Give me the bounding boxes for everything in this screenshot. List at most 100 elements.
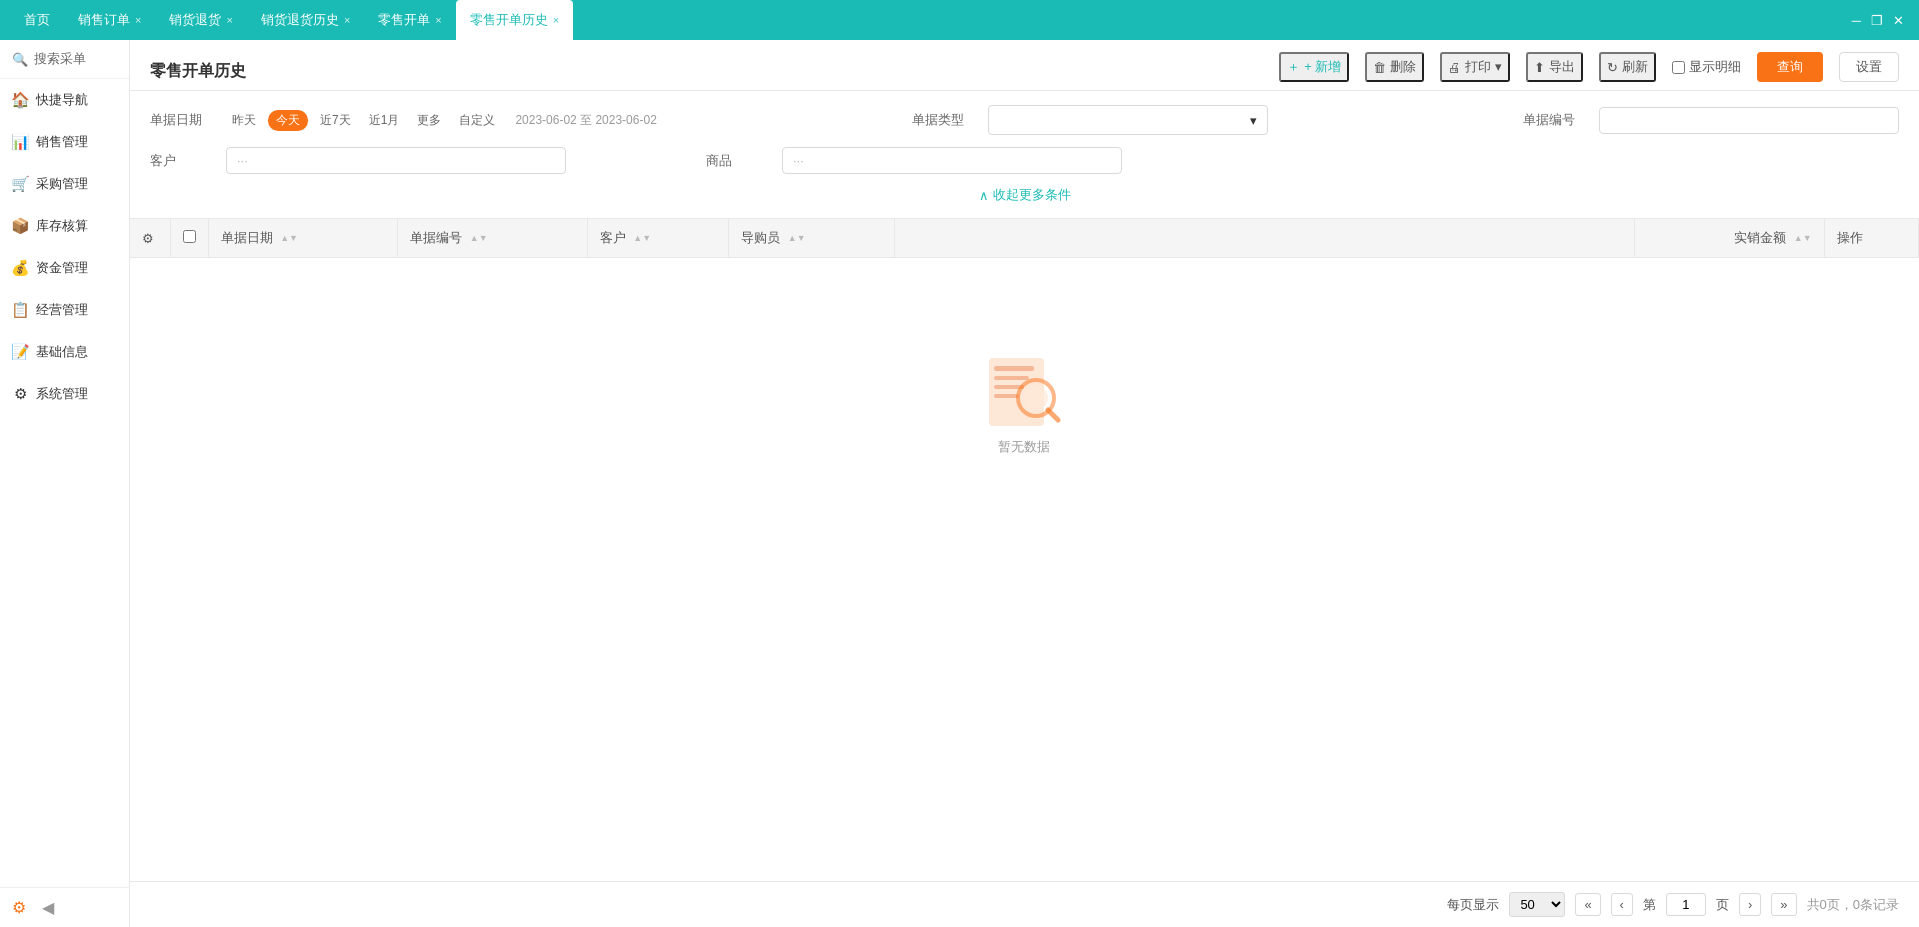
display-checkbox[interactable] <box>1672 61 1685 74</box>
th-settings[interactable]: ⚙ <box>130 219 170 258</box>
tab-retail-open-history[interactable]: 零售开单历史 × <box>456 0 573 40</box>
sidebar-item-quick-nav[interactable]: 🏠 快捷导航 <box>0 79 129 121</box>
page-header: 零售开单历史 ＋ + 新增 🗑 删除 🖨 打印 ▾ ⬆ 导出 <box>130 40 1919 91</box>
sidebar-settings-icon[interactable]: ⚙ <box>12 898 26 917</box>
tab-sales-order[interactable]: 销售订单 × <box>64 0 155 40</box>
tab-retail-open-label: 零售开单 <box>378 11 430 29</box>
print-icon: 🖨 <box>1448 60 1461 75</box>
display-toggle[interactable]: 显示明细 <box>1672 58 1741 76</box>
select-all-checkbox[interactable] <box>183 230 196 243</box>
export-button[interactable]: ⬆ 导出 <box>1526 52 1583 82</box>
th-number[interactable]: 单据编号 ▲▼ <box>398 219 588 258</box>
sidebar-item-sales-mgmt[interactable]: 📊 销售管理 <box>0 121 129 163</box>
th-customer[interactable]: 客户 ▲▼ <box>587 219 728 258</box>
tab-retail-open-history-label: 零售开单历史 <box>470 11 548 29</box>
close-window-button[interactable]: ✕ <box>1893 13 1904 28</box>
close-sales-return-icon[interactable]: × <box>226 14 232 26</box>
sidebar-bottom: ⚙ ◀ <box>0 887 129 927</box>
sidebar-item-quick-nav-label: 快捷导航 <box>36 91 88 109</box>
tab-sales-return[interactable]: 销货退货 × <box>155 0 246 40</box>
page-number-input[interactable] <box>1666 893 1706 916</box>
restore-button[interactable]: ❐ <box>1871 13 1883 28</box>
cart-icon: 🛒 <box>12 176 28 192</box>
print-button[interactable]: 🖨 打印 ▾ <box>1440 52 1510 82</box>
table-header-row: ⚙ 单据日期 ▲▼ 单据编号 ▲▼ <box>130 219 1919 258</box>
sidebar-item-system[interactable]: ⚙ 系统管理 <box>0 373 129 415</box>
th-date[interactable]: 单据日期 ▲▼ <box>208 219 398 258</box>
tab-sales-return-history[interactable]: 销货退货历史 × <box>247 0 364 40</box>
sidebar-item-inventory[interactable]: 📦 库存核算 <box>0 205 129 247</box>
add-button[interactable]: ＋ + 新增 <box>1279 52 1349 82</box>
minimize-button[interactable]: ─ <box>1852 13 1861 28</box>
sidebar-item-operations[interactable]: 📋 经营管理 <box>0 289 129 331</box>
tab-home[interactable]: 首页 <box>10 0 64 40</box>
top-nav-bar: 首页 销售订单 × 销货退货 × 销货退货历史 × 零售开单 × 零售开单历史 … <box>0 0 1919 40</box>
display-label: 显示明细 <box>1689 58 1741 76</box>
goods-select[interactable]: ··· <box>782 147 1122 174</box>
svg-point-6 <box>1024 386 1048 410</box>
page-label-after: 页 <box>1716 896 1729 914</box>
goods-placeholder: ··· <box>793 153 804 168</box>
type-select[interactable]: ▾ <box>988 105 1268 135</box>
tab-home-label: 首页 <box>24 11 50 29</box>
total-info: 共0页，0条记录 <box>1807 896 1899 914</box>
chart-icon: 📊 <box>12 134 28 150</box>
th-guide[interactable]: 导购员 ▲▼ <box>729 219 895 258</box>
delete-button[interactable]: 🗑 删除 <box>1365 52 1424 82</box>
close-retail-open-icon[interactable]: × <box>435 14 441 26</box>
th-amount[interactable]: 实销金额 ▲▼ <box>1634 219 1824 258</box>
sort-customer-icon: ▲▼ <box>633 234 651 243</box>
sidebar-item-basic-info[interactable]: 📝 基础信息 <box>0 331 129 373</box>
date-1month[interactable]: 近1月 <box>363 110 406 131</box>
first-page-button[interactable]: « <box>1575 893 1600 916</box>
refresh-icon: ↻ <box>1607 60 1618 75</box>
collapse-arrow-icon: ∧ <box>979 188 989 203</box>
svg-rect-1 <box>994 366 1034 371</box>
close-retail-open-history-icon[interactable]: × <box>553 14 559 26</box>
close-sales-order-icon[interactable]: × <box>135 14 141 26</box>
date-7days[interactable]: 近7天 <box>314 110 357 131</box>
sidebar-item-purchase-mgmt[interactable]: 🛒 采购管理 <box>0 163 129 205</box>
prev-page-button[interactable]: ‹ <box>1611 893 1633 916</box>
customer-select[interactable]: ··· <box>226 147 566 174</box>
th-spacer <box>894 219 1634 258</box>
nav-tabs: 首页 销售订单 × 销货退货 × 销货退货历史 × 零售开单 × 零售开单历史 … <box>10 0 1852 40</box>
close-sales-return-history-icon[interactable]: × <box>344 14 350 26</box>
collapse-label: 收起更多条件 <box>993 186 1071 204</box>
sidebar-item-basic-info-label: 基础信息 <box>36 343 88 361</box>
next-page-button[interactable]: › <box>1739 893 1761 916</box>
collapse-btn[interactable]: ∧ 收起更多条件 <box>150 186 1899 204</box>
tab-sales-return-label: 销货退货 <box>169 11 221 29</box>
date-yesterday[interactable]: 昨天 <box>226 110 262 131</box>
sidebar-item-operations-label: 经营管理 <box>36 301 88 319</box>
sort-guide-icon: ▲▼ <box>788 234 806 243</box>
ops-icon: 📋 <box>12 302 28 318</box>
page-size-label: 每页显示 <box>1447 896 1499 914</box>
refresh-button[interactable]: ↻ 刷新 <box>1599 52 1656 82</box>
number-input[interactable] <box>1599 107 1899 134</box>
last-page-button[interactable]: » <box>1771 893 1796 916</box>
pagination-bar: 每页显示 50 100 200 « ‹ 第 页 › » 共0页，0条记录 <box>130 881 1919 927</box>
query-button[interactable]: 查询 <box>1757 52 1823 82</box>
data-table: ⚙ 单据日期 ▲▼ 单据编号 ▲▼ <box>130 219 1919 536</box>
page-size-select[interactable]: 50 100 200 <box>1509 892 1565 917</box>
settings-icon[interactable]: ⚙ <box>142 231 154 246</box>
svg-rect-4 <box>994 394 1019 398</box>
date-custom[interactable]: 自定义 <box>453 110 501 131</box>
sidebar-item-purchase-mgmt-label: 采购管理 <box>36 175 88 193</box>
search-icon: 🔍 <box>12 52 28 67</box>
date-more[interactable]: 更多 <box>411 110 447 131</box>
svg-line-7 <box>1048 410 1058 420</box>
sort-number-icon: ▲▼ <box>470 234 488 243</box>
sidebar-collapse-icon[interactable]: ◀ <box>42 898 54 917</box>
sidebar-search[interactable]: 🔍 搜索采单 <box>0 40 129 79</box>
home-icon: 🏠 <box>12 92 28 108</box>
export-icon: ⬆ <box>1534 60 1545 75</box>
th-checkbox[interactable] <box>170 219 208 258</box>
setting-button[interactable]: 设置 <box>1839 52 1899 82</box>
sidebar-item-finance[interactable]: 💰 资金管理 <box>0 247 129 289</box>
date-label: 单据日期 <box>150 111 206 129</box>
customer-label: 客户 <box>150 152 206 170</box>
date-today[interactable]: 今天 <box>268 110 308 131</box>
tab-retail-open[interactable]: 零售开单 × <box>364 0 455 40</box>
